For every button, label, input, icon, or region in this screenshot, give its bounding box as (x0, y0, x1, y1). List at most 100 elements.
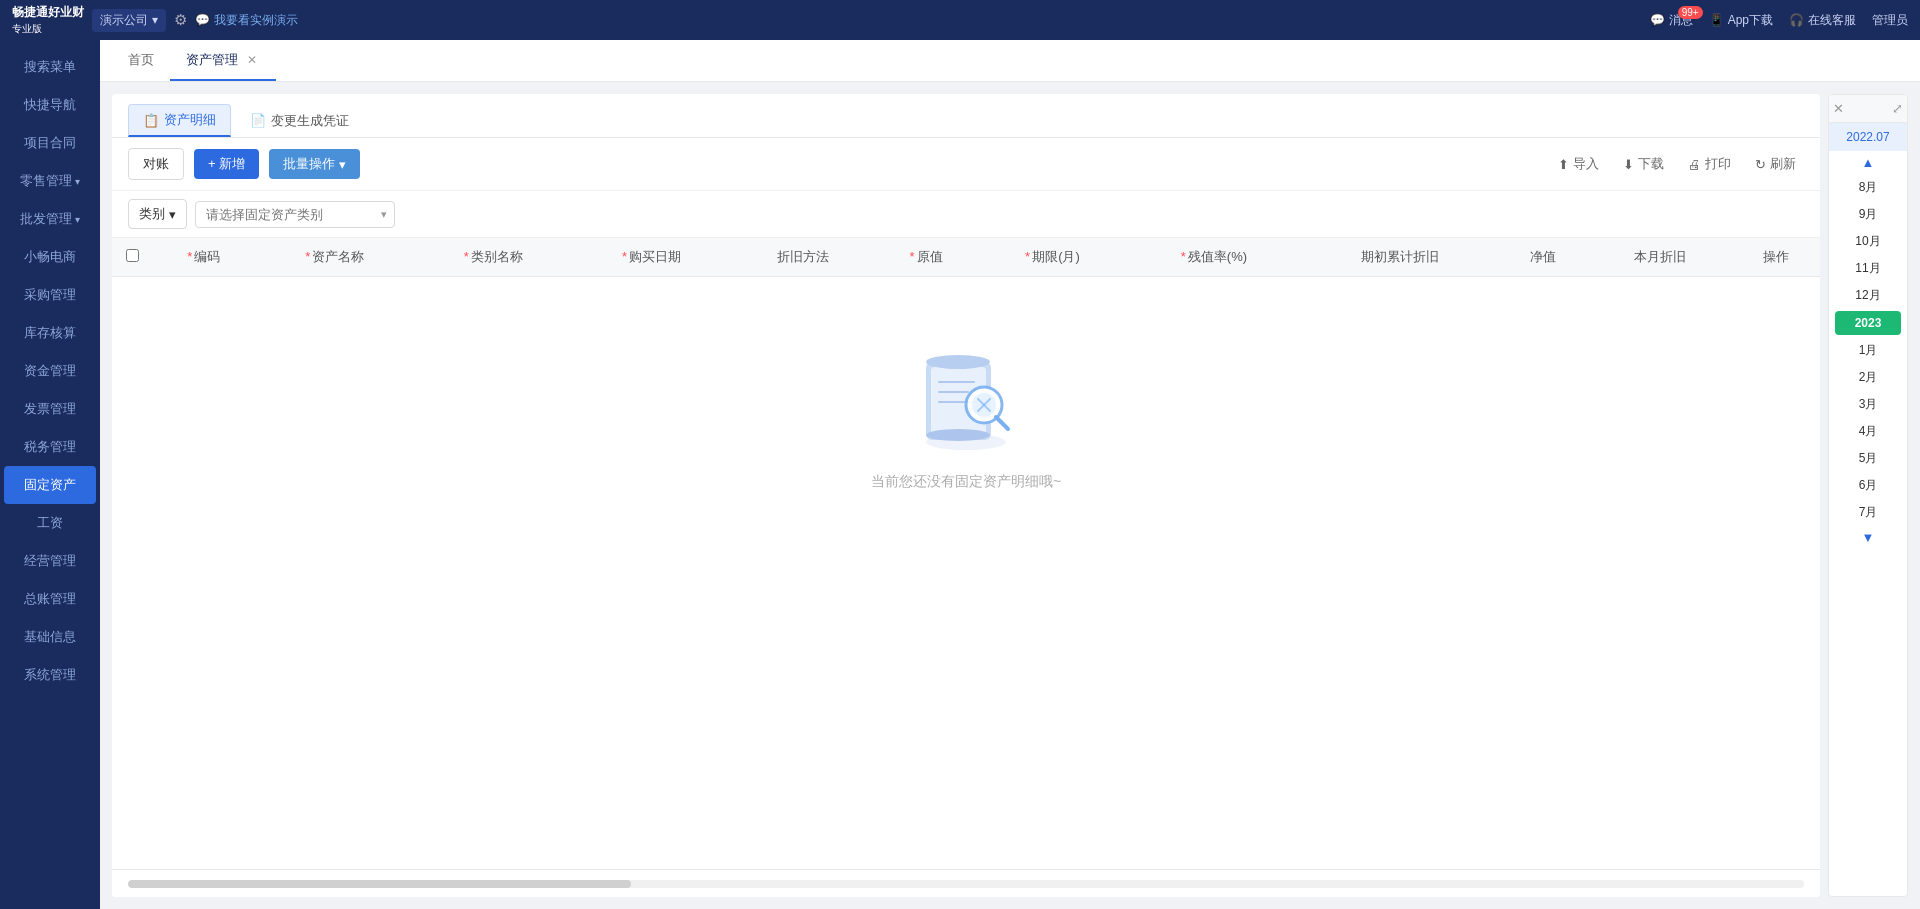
message-button[interactable]: 💬 消息 99+ (1650, 12, 1693, 29)
sidebar-item-label-wholesale: 批发管理 (20, 210, 72, 228)
sidebar-item-inventory[interactable]: 库存核算 (0, 314, 100, 352)
sidebar-item-fixed-asset[interactable]: 固定资产 (4, 466, 96, 504)
home-tab-label: 首页 (128, 51, 154, 69)
category-input-wrap: ▾ (195, 201, 395, 228)
month-item[interactable]: 6月 (1829, 472, 1907, 499)
month-item[interactable]: 2023 (1835, 311, 1901, 335)
demo-icon: 💬 (195, 13, 210, 27)
sidebar-item-sys-mgmt[interactable]: 系统管理 (0, 656, 100, 694)
select-all-checkbox[interactable] (126, 249, 139, 262)
sub-tab-change[interactable]: 📄 变更生成凭证 (235, 105, 364, 137)
sub-tab-detail[interactable]: 📋 资产明细 (128, 104, 231, 137)
month-item[interactable]: 2月 (1829, 364, 1907, 391)
month-item[interactable]: 10月 (1829, 228, 1907, 255)
filter-bar: 类别 ▾ ▾ (112, 191, 1820, 238)
sidebar-item-purchase[interactable]: 采购管理 (0, 276, 100, 314)
category-filter[interactable]: 类别 ▾ (128, 199, 187, 229)
close-panel-icon[interactable]: ✕ (1833, 101, 1844, 116)
app-download-button[interactable]: 📱 App下载 (1709, 12, 1773, 29)
asset-table-wrap: *编码 *资产名称 *类别名称 *购买日期 折旧方法 *原值 *期限(月) *残… (112, 238, 1820, 869)
svg-line-10 (996, 417, 1008, 429)
top-bar: 畅捷通好业财专业版 演示公司 ▾ ⚙ 💬 我要看实例演示 💬 消息 99+ 📱 … (0, 0, 1920, 40)
bottom-bar (112, 869, 1820, 897)
sidebar-items: 搜索菜单快捷导航项目合同零售管理▾批发管理▾小畅电商采购管理库存核算资金管理发票… (0, 48, 100, 694)
expand-panel-icon[interactable]: ⤢ (1892, 101, 1903, 116)
download-button[interactable]: ⬇ 下载 (1615, 150, 1672, 178)
online-service-icon: 🎧 (1789, 13, 1804, 27)
month-item[interactable]: 9月 (1829, 201, 1907, 228)
refresh-label: 刷新 (1770, 155, 1796, 173)
sidebar-item-label-salary: 工资 (37, 514, 63, 532)
demo-link[interactable]: 💬 我要看实例演示 (195, 12, 298, 29)
refresh-button[interactable]: ↻ 刷新 (1747, 150, 1804, 178)
sidebar-item-business[interactable]: 经营管理 (0, 542, 100, 580)
table-header-row: *编码 *资产名称 *类别名称 *购买日期 折旧方法 *原值 *期限(月) *残… (112, 238, 1820, 277)
toolbar-right: ⬆ 导入 ⬇ 下载 🖨 打印 ↻ 刷新 (1550, 150, 1804, 178)
settings-icon[interactable]: ⚙ (174, 11, 187, 29)
main-layout: 搜索菜单快捷导航项目合同零售管理▾批发管理▾小畅电商采购管理库存核算资金管理发票… (0, 40, 1920, 909)
user-name[interactable]: 管理员 (1872, 12, 1908, 29)
company-selector[interactable]: 演示公司 ▾ (92, 9, 166, 32)
sidebar-item-label-tax: 税务管理 (24, 438, 76, 456)
sidebar-item-tax[interactable]: 税务管理 (0, 428, 100, 466)
batch-arrow-icon: ▾ (339, 157, 346, 172)
sidebar-item-label-sys-mgmt: 系统管理 (24, 666, 76, 684)
tab-home[interactable]: 首页 (112, 41, 170, 81)
import-button[interactable]: ⬆ 导入 (1550, 150, 1607, 178)
svg-point-4 (926, 429, 990, 441)
month-picker-current[interactable]: 2022.07 (1829, 123, 1907, 151)
month-item[interactable]: 4月 (1829, 418, 1907, 445)
month-item[interactable]: 8月 (1829, 174, 1907, 201)
category-input[interactable] (195, 201, 395, 228)
sidebar-item-arrow-retail: ▾ (75, 176, 80, 187)
category-arrow-icon: ▾ (169, 207, 176, 222)
month-item[interactable]: 1月 (1829, 337, 1907, 364)
print-label: 打印 (1705, 155, 1731, 173)
month-item[interactable]: 12月 (1829, 282, 1907, 309)
batch-button[interactable]: 批量操作 ▾ (269, 149, 360, 179)
month-item[interactable]: 11月 (1829, 255, 1907, 282)
message-icon: 💬 (1650, 13, 1665, 27)
sidebar-item-quick-nav[interactable]: 快捷导航 (0, 86, 100, 124)
empty-text: 当前您还没有固定资产明细哦~ (871, 473, 1061, 491)
tab-close-icon[interactable]: ✕ (244, 52, 260, 68)
tab-asset[interactable]: 资产管理 ✕ (170, 41, 276, 81)
month-list: 8月9月10月11月12月20231月2月3月4月5月6月7月 (1829, 174, 1907, 526)
month-item[interactable]: 7月 (1829, 499, 1907, 526)
sidebar-item-wholesale[interactable]: 批发管理▾ (0, 200, 100, 238)
app-logo-text: 畅捷通好业财专业版 (12, 4, 84, 36)
print-button[interactable]: 🖨 打印 (1680, 150, 1739, 178)
month-item[interactable]: 3月 (1829, 391, 1907, 418)
message-badge: 99+ (1678, 6, 1703, 19)
month-item[interactable]: 5月 (1829, 445, 1907, 472)
add-label: + 新增 (208, 155, 245, 173)
month-picker-down-arrow[interactable]: ▼ (1829, 526, 1907, 549)
sidebar-item-project[interactable]: 项目合同 (0, 124, 100, 162)
sidebar-item-accounting[interactable]: 总账管理 (0, 580, 100, 618)
col-accumulated-depreciation: 期初累计折旧 (1301, 238, 1499, 277)
sidebar: 搜索菜单快捷导航项目合同零售管理▾批发管理▾小畅电商采购管理库存核算资金管理发票… (0, 40, 100, 909)
col-name: *资产名称 (256, 238, 414, 277)
sidebar-item-label-inventory: 库存核算 (24, 324, 76, 342)
sidebar-item-search[interactable]: 搜索菜单 (0, 48, 100, 86)
sub-tab-change-icon: 📄 (250, 113, 266, 128)
sidebar-item-invoice[interactable]: 发票管理 (0, 390, 100, 428)
sidebar-item-finance[interactable]: 资金管理 (0, 352, 100, 390)
sidebar-item-label-project: 项目合同 (24, 134, 76, 152)
reconcile-button[interactable]: 对账 (128, 148, 184, 180)
add-button[interactable]: + 新增 (194, 149, 259, 179)
sub-tab-change-label: 变更生成凭证 (271, 112, 349, 130)
sidebar-item-salary[interactable]: 工资 (0, 504, 100, 542)
empty-illustration (906, 337, 1026, 457)
tab-bar: 首页 资产管理 ✕ (100, 40, 1920, 82)
col-depreciation-method: 折旧方法 (731, 238, 875, 277)
col-category: *类别名称 (414, 238, 572, 277)
online-service-button[interactable]: 🎧 在线客服 (1789, 12, 1856, 29)
sidebar-item-label-search: 搜索菜单 (24, 58, 76, 76)
sidebar-item-ecommerce[interactable]: 小畅电商 (0, 238, 100, 276)
sidebar-item-retail[interactable]: 零售管理▾ (0, 162, 100, 200)
app-download-label: App下载 (1728, 12, 1773, 29)
sidebar-item-basic-info[interactable]: 基础信息 (0, 618, 100, 656)
month-picker-up-arrow[interactable]: ▲ (1829, 151, 1907, 174)
reconcile-label: 对账 (143, 155, 169, 173)
